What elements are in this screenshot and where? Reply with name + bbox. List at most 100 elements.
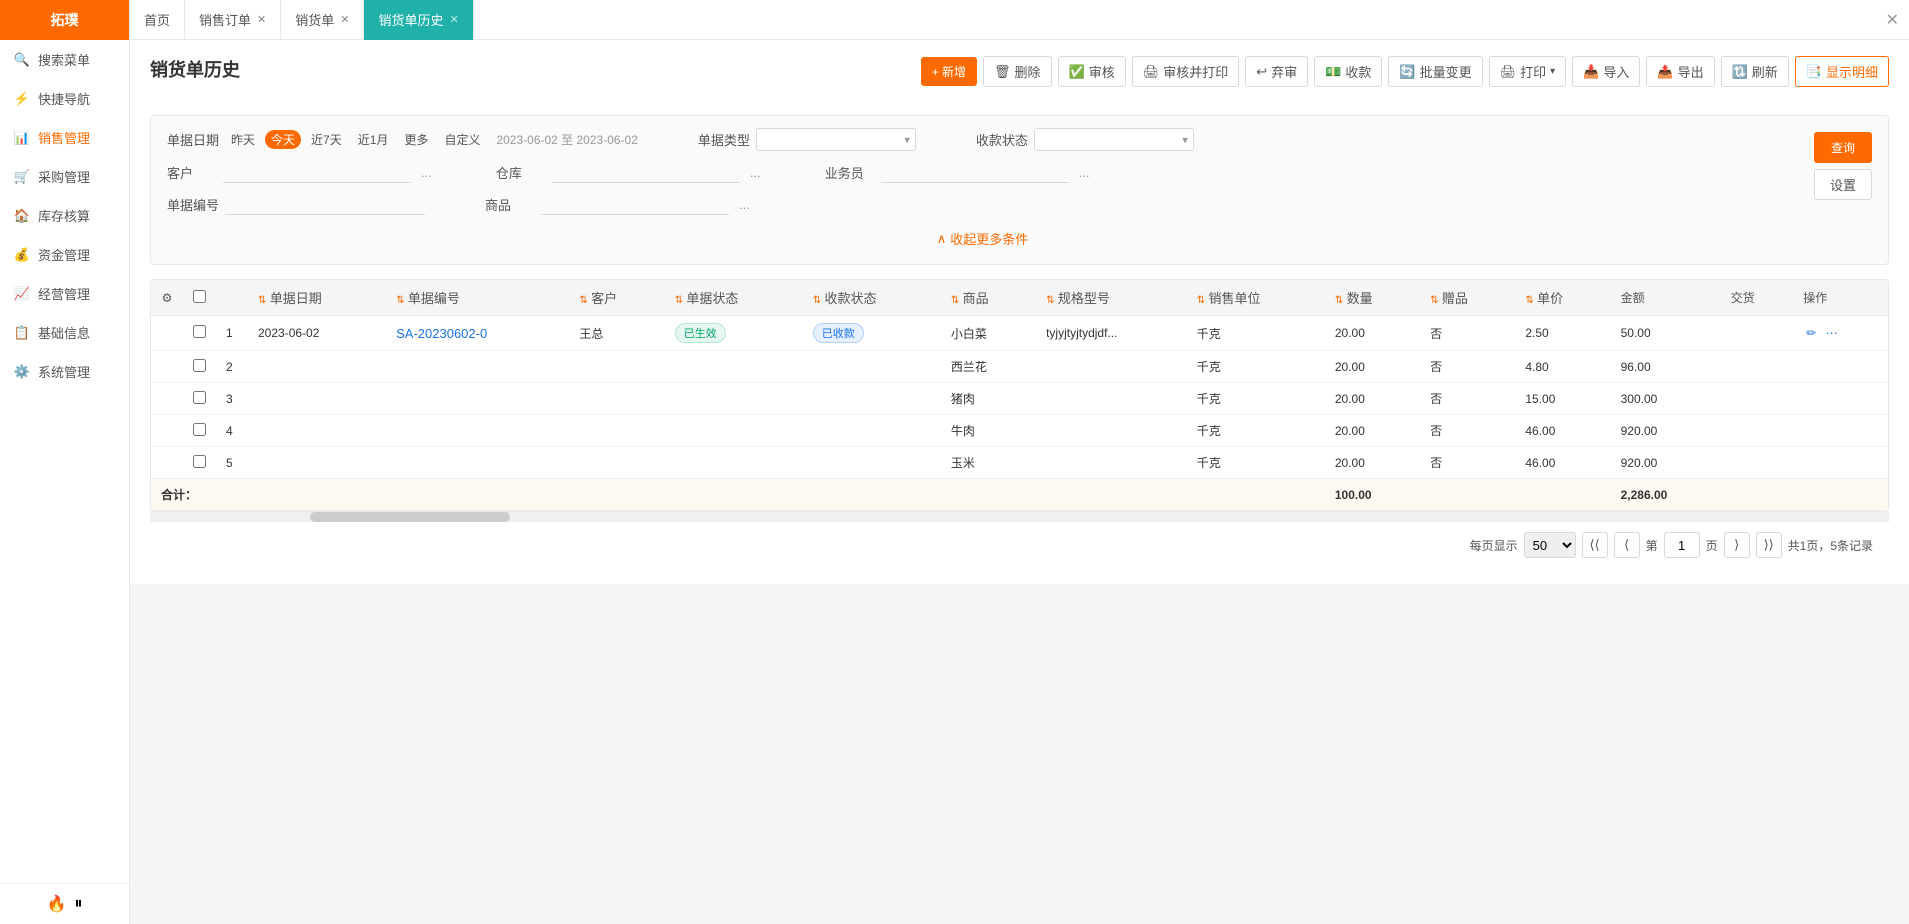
date-tag-custom[interactable]: 自定义 xyxy=(438,130,486,149)
add-button[interactable]: + 新增 xyxy=(921,57,977,86)
th-doc-no[interactable]: ⇅ 单据编号 xyxy=(386,280,569,316)
th-gift[interactable]: ⇅ 赠品 xyxy=(1420,280,1515,316)
sidebar-bottom-icon2[interactable]: ⏸ xyxy=(74,895,82,913)
page-next-button[interactable]: ⟩ xyxy=(1724,532,1750,558)
row-checkbox[interactable] xyxy=(193,455,206,468)
sidebar-item-label: 系统管理 xyxy=(38,362,90,381)
tab-bar-close[interactable]: ✕ xyxy=(1886,10,1909,30)
abandon-button[interactable]: ↩ 弃审 xyxy=(1245,56,1308,87)
export-button[interactable]: 📤 导出 xyxy=(1646,56,1714,87)
tab-sales-history[interactable]: 销货单历史 ✕ xyxy=(364,0,473,40)
collapse-button[interactable]: ∧ 收起更多条件 xyxy=(933,225,1033,252)
tab-sales-goods[interactable]: 销货单 ✕ xyxy=(281,0,364,40)
collect-button[interactable]: 💵 收款 xyxy=(1314,56,1382,87)
filter-salesperson-input[interactable] xyxy=(881,161,1069,183)
sidebar-item-system-mgmt[interactable]: ⚙️ 系统管理 xyxy=(0,352,129,391)
date-tag-1month[interactable]: 近1月 xyxy=(352,130,395,149)
filter-warehouse-dots[interactable]: ... xyxy=(746,165,765,180)
page-last-button[interactable]: ⟩⟩ xyxy=(1756,532,1782,558)
filter-customer-dots[interactable]: ... xyxy=(417,165,436,180)
cell-check[interactable] xyxy=(183,351,216,383)
edit-op-btn[interactable]: ✏ xyxy=(1803,326,1819,340)
date-tags: 昨天 今天 近7天 近1月 更多 自定义 xyxy=(225,130,486,149)
cell-gift: 否 xyxy=(1420,447,1515,479)
th-gear[interactable]: ⚙ xyxy=(151,280,183,316)
query-button[interactable]: 查询 xyxy=(1814,132,1872,163)
page-size-select[interactable]: 50 100 200 xyxy=(1524,532,1576,558)
tab-home[interactable]: 首页 xyxy=(130,0,185,40)
filter-collect-status-select[interactable] xyxy=(1034,128,1194,151)
page-prev-button[interactable]: ⟨ xyxy=(1614,532,1640,558)
sidebar-item-inventory[interactable]: 🏠 库存核算 xyxy=(0,196,129,235)
row-checkbox[interactable] xyxy=(193,391,206,404)
audit-print-button[interactable]: 🖨 审核并打印 xyxy=(1132,56,1240,87)
tab-sales-order-close[interactable]: ✕ xyxy=(257,13,266,26)
filter-customer-label: 客户 xyxy=(167,163,217,182)
date-tag-7days[interactable]: 近7天 xyxy=(305,130,348,149)
show-detail-button[interactable]: 📑 显示明细 xyxy=(1795,56,1889,87)
page-first-button[interactable]: ⟨⟨ xyxy=(1582,532,1608,558)
row-checkbox[interactable] xyxy=(193,359,206,372)
th-collect-status[interactable]: ⇅ 收款状态 xyxy=(803,280,941,316)
filter-customer-input[interactable] xyxy=(223,161,411,183)
delete-button[interactable]: 🗑 删除 xyxy=(983,56,1052,87)
cell-check[interactable] xyxy=(183,447,216,479)
page-number-input[interactable] xyxy=(1664,532,1700,558)
date-tag-more[interactable]: 更多 xyxy=(398,130,434,149)
th-check[interactable] xyxy=(183,280,216,316)
th-price[interactable]: ⇅ 单价 xyxy=(1515,280,1610,316)
th-qty[interactable]: ⇅ 数量 xyxy=(1325,280,1420,316)
scroll-thumb[interactable] xyxy=(310,512,510,522)
th-doc-date[interactable]: ⇅ 单据日期 xyxy=(248,280,386,316)
tab-sales-order[interactable]: 销售订单 ✕ xyxy=(185,0,281,40)
sidebar-item-basic-info[interactable]: 📋 基础信息 xyxy=(0,313,129,352)
filter-doc-no-input[interactable] xyxy=(225,193,425,215)
th-doc-status[interactable]: ⇅ 单据状态 xyxy=(665,280,803,316)
horizontal-scrollbar[interactable] xyxy=(150,512,1889,522)
setting-button[interactable]: 设置 xyxy=(1814,169,1872,200)
sidebar-item-finance[interactable]: 💰 资金管理 xyxy=(0,235,129,274)
print-button[interactable]: 🖨 打印 ▾ xyxy=(1489,56,1567,87)
cell-spec xyxy=(1036,447,1187,479)
cell-check[interactable] xyxy=(183,383,216,415)
date-tag-yesterday[interactable]: 昨天 xyxy=(225,130,261,149)
th-goods[interactable]: ⇅ 商品 xyxy=(941,280,1036,316)
cell-check[interactable] xyxy=(183,415,216,447)
cell-check[interactable] xyxy=(183,316,216,351)
cell-gift: 否 xyxy=(1420,351,1515,383)
doc-no-link[interactable]: SA-20230602-0 xyxy=(396,326,487,341)
inventory-icon: 🏠 xyxy=(14,208,30,224)
th-customer[interactable]: ⇅ 客户 xyxy=(569,280,664,316)
toolbar: + 新增 🗑 删除 ✅ 审核 🖨 审核并打印 xyxy=(921,56,1889,87)
filter-goods-dots[interactable]: ... xyxy=(735,197,754,212)
tab-sales-history-close[interactable]: ✕ xyxy=(450,13,459,26)
date-tag-today[interactable]: 今天 xyxy=(265,130,301,149)
sidebar-item-operations[interactable]: 📈 经营管理 xyxy=(0,274,129,313)
filter-salesperson-dots[interactable]: ... xyxy=(1075,165,1094,180)
batch-icon: 🔄 xyxy=(1399,64,1415,80)
filter-warehouse-input[interactable] xyxy=(552,161,740,183)
import-button[interactable]: 📥 导入 xyxy=(1572,56,1640,87)
sidebar-item-search-menu[interactable]: 🔍 搜索菜单 xyxy=(0,40,129,79)
th-spec[interactable]: ⇅ 规格型号 xyxy=(1036,280,1187,316)
batch-change-button[interactable]: 🔄 批量变更 xyxy=(1388,56,1482,87)
page-content: 销货单历史 + 新增 🗑 删除 ✅ 审核 🖨 xyxy=(130,40,1909,924)
sidebar-item-sales-mgmt[interactable]: 📊 销售管理 xyxy=(0,118,129,157)
filter-goods: 商品 ... xyxy=(485,193,754,215)
audit-button[interactable]: ✅ 审核 xyxy=(1058,56,1126,87)
more-op-btn[interactable]: ⋯ xyxy=(1823,326,1841,340)
th-unit[interactable]: ⇅ 销售单位 xyxy=(1187,280,1325,316)
refresh-button[interactable]: 🔃 刷新 xyxy=(1721,56,1789,87)
select-all-checkbox[interactable] xyxy=(193,290,206,303)
table-row: 5 玉米 千克 20.00 否 46.00 920.00 xyxy=(151,447,1888,479)
sidebar-bottom-icon1[interactable]: 🔥 xyxy=(47,894,67,914)
filter-salesperson-label: 业务员 xyxy=(825,163,875,182)
filter-goods-input[interactable] xyxy=(541,193,729,215)
import-icon: 📥 xyxy=(1583,64,1599,80)
filter-doc-type-select[interactable] xyxy=(756,128,916,151)
tab-sales-goods-close[interactable]: ✕ xyxy=(340,13,349,26)
row-checkbox[interactable] xyxy=(193,325,206,338)
row-checkbox[interactable] xyxy=(193,423,206,436)
sidebar-item-quick-nav[interactable]: ⚡ 快捷导航 xyxy=(0,79,129,118)
sidebar-item-purchase-mgmt[interactable]: 🛒 采购管理 xyxy=(0,157,129,196)
